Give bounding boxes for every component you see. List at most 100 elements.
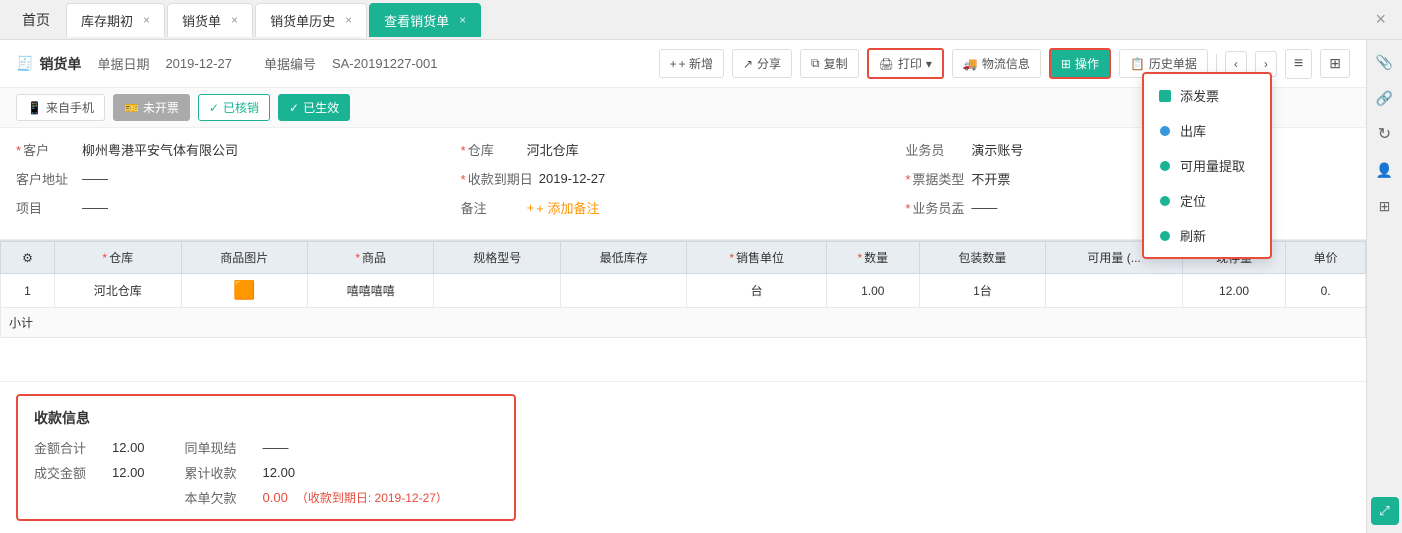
total-amount-row: 金额合计 12.00 <box>34 438 145 457</box>
dropdown-item-refresh[interactable]: 刷新 <box>1144 218 1270 253</box>
sidebar-expand-icon[interactable]: ⤢ <box>1371 497 1399 525</box>
add-invoice-label: 添发票 <box>1180 86 1219 105</box>
grid-view-button[interactable]: ⊞ <box>1320 49 1350 78</box>
cell-unit-price: 0. <box>1286 274 1366 308</box>
accumulated-collection-value: 12.00 <box>263 465 296 480</box>
warehouse-field: 仓库 河北仓库 <box>461 140 906 159</box>
cell-row-num: 1 <box>1 274 55 308</box>
dropdown-item-add-invoice[interactable]: 添发票 <box>1144 78 1270 113</box>
payment-info-box: 收款信息 金额合计 12.00 成交金额 12.00 <box>16 394 516 521</box>
separator <box>1216 54 1217 74</box>
doc-meta: 单据日期 2019-12-27 单据编号 SA-20191227-001 <box>97 54 437 73</box>
current-arrears-label: 本单欠款 <box>185 488 255 507</box>
refresh-icon: ↻ <box>1378 124 1391 144</box>
copy-icon: ⧉ <box>811 56 820 71</box>
cell-spec <box>434 274 560 308</box>
dropdown-item-available-qty[interactable]: 可用量提取 <box>1144 148 1270 183</box>
col-min-stock: 最低库存 <box>560 242 686 274</box>
cell-warehouse: 河北仓库 <box>55 274 181 308</box>
col-product: 商品 <box>307 242 433 274</box>
col-unit-price: 单价 <box>1286 242 1366 274</box>
tab-sales-close[interactable]: × <box>231 13 238 27</box>
sidebar-link-icon[interactable]: 🔗 <box>1371 84 1399 112</box>
tab-view-sales-close[interactable]: × <box>459 13 466 27</box>
payment-date-value: 2019-12-27 <box>539 171 606 186</box>
same-order-settlement-value: —— <box>263 440 289 455</box>
circle-blue-icon <box>1160 126 1170 136</box>
available-qty-icon <box>1158 159 1172 173</box>
staff-value: 演示账号 <box>971 140 1023 159</box>
doc-number-label: 单据编号 <box>264 54 316 73</box>
circle-cyan-icon-1 <box>1160 161 1170 171</box>
logistics-button[interactable]: 🚚 物流信息 <box>952 49 1041 78</box>
history-icon: 📋 <box>1130 57 1145 71</box>
dropdown-item-locate[interactable]: 定位 <box>1144 183 1270 218</box>
from-phone-button[interactable]: 📱 来自手机 <box>16 94 105 121</box>
sales-staff-label: 业务员盂 <box>905 198 965 217</box>
doc-title-text: 销货单 <box>39 54 81 74</box>
cell-quantity: 1.00 <box>826 274 919 308</box>
print-button[interactable]: 🖨 打印 ▾ <box>867 48 944 79</box>
sidebar-user-icon[interactable]: 👤 <box>1371 156 1399 184</box>
staff-field: 业务员 演示账号 <box>905 140 1350 159</box>
sidebar-table-icon[interactable]: ⊞ <box>1371 192 1399 220</box>
col-pack-qty: 包装数量 <box>919 242 1045 274</box>
payment-rows: 金额合计 12.00 成交金额 12.00 同单现结 —— <box>34 438 498 507</box>
same-order-settlement-row: 同单现结 —— <box>185 438 448 457</box>
tab-inventory-close[interactable]: × <box>143 13 150 27</box>
user-icon: 👤 <box>1376 162 1393 179</box>
col-warehouse: 仓库 <box>55 242 181 274</box>
table-row: 1 河北仓库 🟧 嘻嘻嘻嘻 台 1.00 1台 12.00 0. <box>1 274 1366 308</box>
tab-bar: 首页 库存期初 × 销货单 × 销货单历史 × 查看销货单 × × <box>0 0 1402 40</box>
tab-sales-history[interactable]: 销货单历史 × <box>255 3 367 37</box>
sidebar-refresh-icon[interactable]: ↻ <box>1371 120 1399 148</box>
arrears-note: （收款到期日: 2019-12-27） <box>296 489 448 506</box>
ticket-type-field: 票据类型 不开票 <box>905 169 1350 188</box>
transaction-amount-row: 成交金额 12.00 <box>34 463 145 482</box>
table-icon: ⊞ <box>1379 198 1391 215</box>
total-amount-value: 12.00 <box>112 440 145 455</box>
locate-label: 定位 <box>1180 191 1206 210</box>
doc-title-icon: 🧾 <box>16 55 33 72</box>
tab-view-sales[interactable]: 查看销货单 × <box>369 3 481 37</box>
current-arrears-row: 本单欠款 0.00 （收款到期日: 2019-12-27） <box>185 488 448 507</box>
sidebar-attachment-icon[interactable]: 📎 <box>1371 48 1399 76</box>
ticket-icon: 🎫 <box>124 101 139 115</box>
tab-sales-history-close[interactable]: × <box>345 13 352 27</box>
effective-button[interactable]: ✓ 已生效 <box>278 94 350 121</box>
tab-sales[interactable]: 销货单 × <box>167 3 253 37</box>
window-close-button[interactable]: × <box>1367 9 1394 30</box>
expand-icon: ⤢ <box>1379 503 1389 519</box>
cell-current-stock: 12.00 <box>1183 274 1286 308</box>
doc-title: 🧾 销货单 <box>16 54 81 74</box>
link-icon: 🔗 <box>1376 90 1393 107</box>
product-image: 🟧 <box>233 280 255 300</box>
list-view-button[interactable]: ≡ <box>1285 49 1312 79</box>
share-button[interactable]: ↗ 分享 <box>732 49 792 78</box>
ticket-type-value: 不开票 <box>971 169 1010 188</box>
print-dropdown-icon: ▾ <box>926 57 932 71</box>
sales-staff-value: —— <box>971 200 997 215</box>
not-open-button[interactable]: 🎫 未开票 <box>113 94 190 121</box>
doc-number-value: SA-20191227-001 <box>332 56 438 71</box>
col-gear[interactable]: ⚙ <box>1 242 55 274</box>
confirm-button[interactable]: ✓ 已核销 <box>198 94 270 121</box>
tab-home[interactable]: 首页 <box>8 3 64 37</box>
tab-inventory[interactable]: 库存期初 × <box>66 3 165 37</box>
col-sales-unit: 销售单位 <box>687 242 826 274</box>
note-field: 备注 + + 添加备注 <box>461 198 906 217</box>
operations-button[interactable]: ⊞ 操作 <box>1049 48 1111 79</box>
project-field: 项目 —— <box>16 198 461 217</box>
payment-col-left: 金额合计 12.00 成交金额 12.00 <box>34 438 145 507</box>
plus-icon: + <box>527 200 535 215</box>
dropdown-item-outbound[interactable]: 出库 <box>1144 113 1270 148</box>
copy-button[interactable]: ⧉ 复制 <box>800 49 859 78</box>
tab-inventory-label: 库存期初 <box>81 11 133 30</box>
transaction-amount-value: 12.00 <box>112 465 145 480</box>
tab-view-sales-label: 查看销货单 <box>384 11 449 30</box>
new-button[interactable]: + + 新增 <box>659 49 724 78</box>
gear-icon: ⚙ <box>22 251 33 265</box>
add-note-button[interactable]: + + 添加备注 <box>527 198 600 217</box>
payment-date-label: 收款到期日 <box>461 169 533 188</box>
col-quantity: 数量 <box>826 242 919 274</box>
